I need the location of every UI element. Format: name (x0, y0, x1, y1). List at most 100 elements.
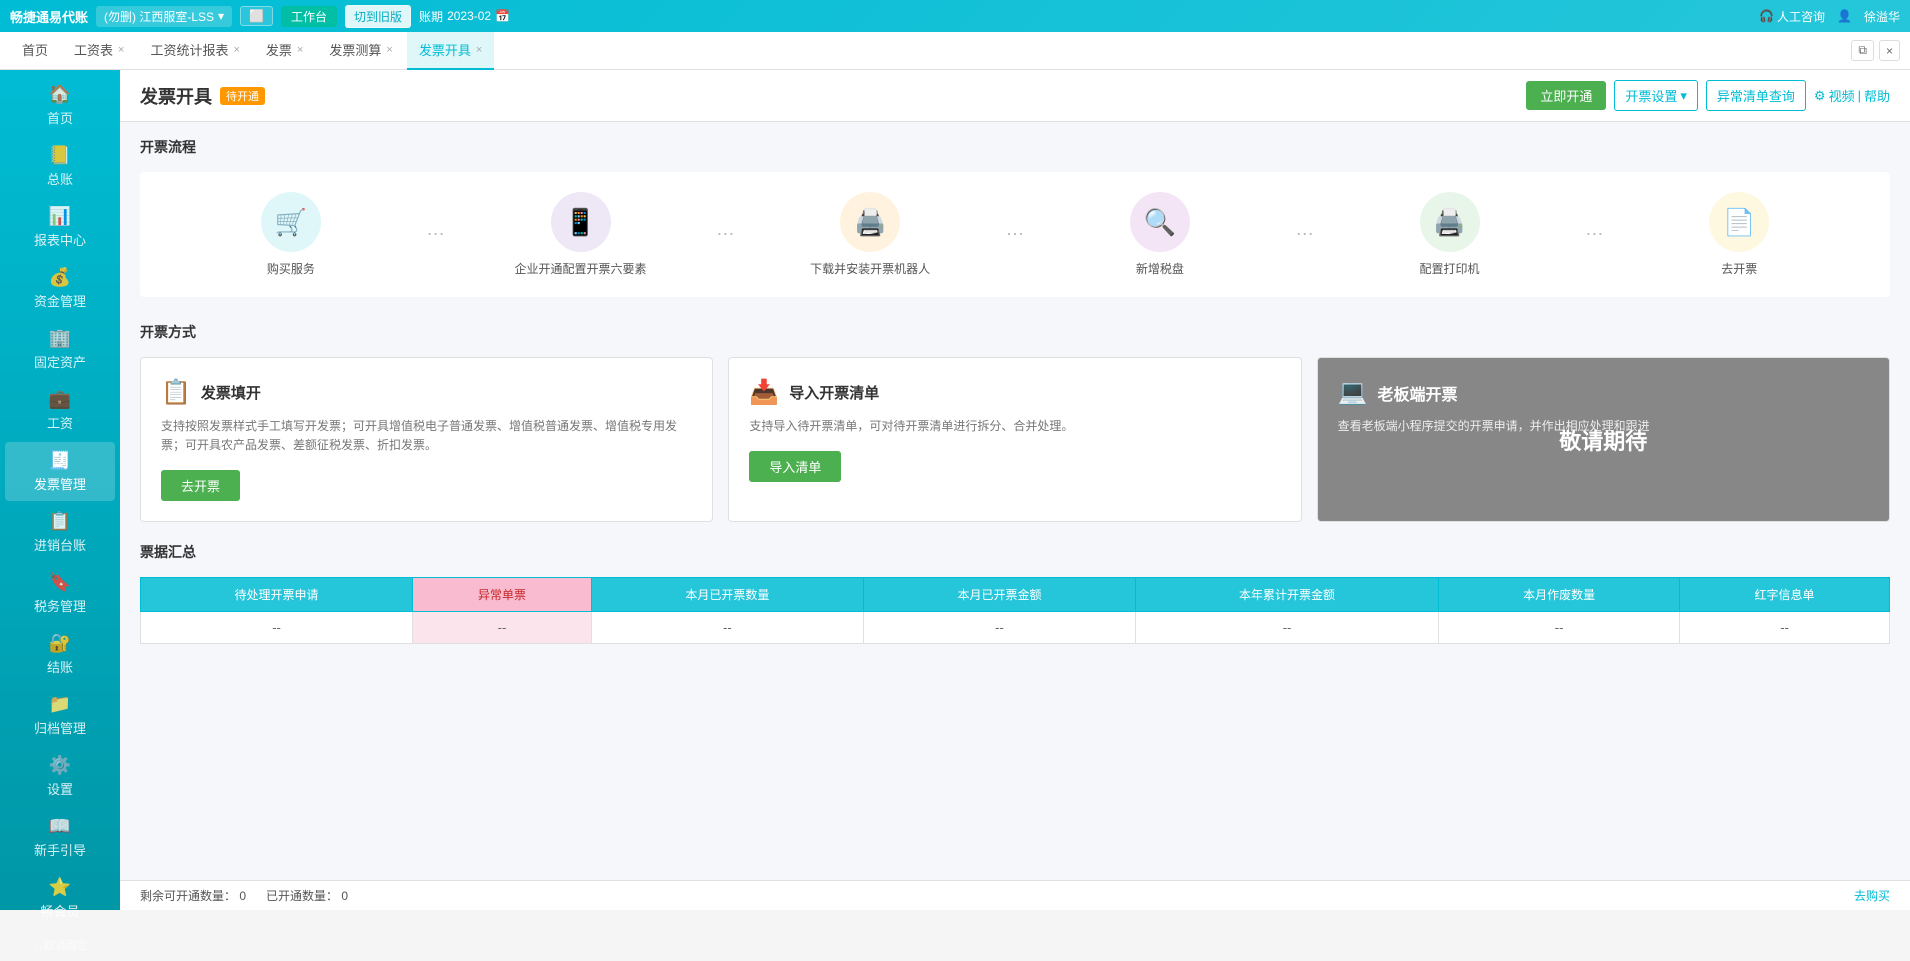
buy-link[interactable]: 去购买 (1854, 887, 1890, 904)
tab-invoice-issue[interactable]: 发票开具 × (407, 32, 494, 70)
workbench-button[interactable]: 工作台 (281, 6, 337, 27)
sidebar-item-home[interactable]: 🏠 首页 (5, 76, 115, 135)
sidebar-invoice-label: 发票管理 (34, 474, 86, 493)
manual-issue-button[interactable]: 去开票 (161, 470, 240, 501)
tab-invoice-close[interactable]: × (297, 44, 303, 56)
open-settings-button[interactable]: 开票设置 ▾ (1614, 80, 1698, 111)
add-taxbox-icon: 🔍 (1130, 192, 1190, 252)
member-icon: ⭐ (49, 877, 71, 898)
sidebar-archive-label: 归档管理 (34, 718, 86, 737)
manual-title: 发票填开 (201, 382, 261, 403)
flow-step-config-printer[interactable]: 🖨️ 配置打印机 (1319, 192, 1581, 277)
archive-icon: 📁 (49, 694, 71, 715)
flow-steps: 🛒 购买服务 ⋯ 📱 企业开通配置开票六要素 ⋯ 🖨️ 下载并安装开 (140, 172, 1890, 297)
video-help-button[interactable]: ⚙ 视频 | 帮助 (1814, 86, 1890, 105)
closing-icon: 🔐 (49, 633, 71, 654)
sidebar-tax-label: 税务管理 (34, 596, 86, 615)
sidebar-item-member[interactable]: ⭐ 畅会员 (5, 869, 115, 928)
copy-button[interactable]: ⬜ (240, 6, 273, 26)
open-now-button[interactable]: 立即开通 (1526, 81, 1606, 110)
top-bar: 畅捷通易代账 (勿删) 江西服室-LSS ▾ ⬜ 工作台 切到旧版 账期 202… (0, 0, 1910, 32)
settings-icon: ⚙️ (49, 755, 71, 776)
import-list-button[interactable]: 导入清单 (749, 451, 841, 482)
tab-payroll-close[interactable]: × (118, 44, 124, 56)
tab-invoice-issue-close[interactable]: × (476, 44, 482, 56)
col-abnormal: 异常单票 (413, 578, 592, 612)
support-link[interactable]: 🎧 人工咨询 (1759, 8, 1825, 25)
page-actions: 立即开通 开票设置 ▾ 异常清单查询 ⚙ 视频 | 帮助 (1526, 80, 1890, 111)
config-printer-icon: 🖨️ (1420, 192, 1480, 252)
tab-invoice-calc-label: 发票测算 (329, 40, 381, 59)
opened-label: 已开通数量： 0 (266, 887, 348, 904)
video-icon: ⚙ (1814, 88, 1826, 104)
sidebar-item-settings[interactable]: ⚙️ 设置 (5, 747, 115, 806)
sidebar-item-funds[interactable]: 💰 资金管理 (5, 259, 115, 318)
page-title-row: 发票开具 待开通 (140, 83, 265, 109)
flow-step-add-taxbox[interactable]: 🔍 新增税盘 (1029, 192, 1291, 277)
tab-payroll-report-close[interactable]: × (233, 44, 239, 56)
invoice-icon: 🧾 (49, 450, 71, 471)
flow-step-enterprise-config[interactable]: 📱 企业开通配置开票六要素 (450, 192, 712, 277)
flow-arrow-5: ⋯ (1580, 224, 1608, 245)
method-card-import: 📥 导入开票清单 支持导入待开票清单，可对待开票清单进行拆分、合并处理。 导入清… (728, 357, 1301, 522)
sidebar-item-assets[interactable]: 🏢 固定资产 (5, 320, 115, 379)
col-monthly-amount: 本月已开票金额 (863, 578, 1135, 612)
tab-payroll-report[interactable]: 工资统计报表 × (138, 32, 251, 70)
sidebar-item-reports[interactable]: 📊 报表中心 (5, 198, 115, 257)
sidebar-item-purchase[interactable]: 📋 进销台账 (5, 503, 115, 562)
headset-icon: 🎧 (1759, 9, 1774, 23)
col-red-info: 红字信息单 (1680, 578, 1890, 612)
switch-old-button[interactable]: 切到旧版 (345, 5, 411, 28)
main-layout: 🏠 首页 📒 总账 📊 报表中心 💰 资金管理 🏢 固定资产 💼 工资 🧾 发票… (0, 70, 1910, 910)
tab-payroll[interactable]: 工资表 × (62, 32, 136, 70)
sidebar-payroll-label: 工资 (47, 413, 73, 432)
flow-step-buy-service[interactable]: 🛒 购买服务 (160, 192, 422, 277)
flow-step-download-robot[interactable]: 🖨️ 下载并安装开票机器人 (739, 192, 1001, 277)
flow-arrow-3: ⋯ (1001, 224, 1029, 245)
method-card-manual: 📋 发票填开 支持按照发票样式手工填写开发票；可开具增值税电子普通发票、增值税普… (140, 357, 713, 522)
issue-invoice-label: 去开票 (1721, 260, 1757, 277)
home-icon: 🏠 (49, 84, 71, 105)
sidebar-item-tax[interactable]: 🔖 税务管理 (5, 564, 115, 623)
sidebar-item-ledger[interactable]: 📒 总账 (5, 137, 115, 196)
page-title: 发票开具 (140, 83, 212, 109)
tab-actions: ⧉ × (1851, 40, 1900, 61)
methods-section-title: 开票方式 (140, 322, 1890, 342)
download-robot-icon: 🖨️ (840, 192, 900, 252)
sidebar-item-archive[interactable]: 📁 归档管理 (5, 686, 115, 745)
sidebar-pin[interactable]: ↑↓取消固定 (0, 929, 120, 961)
download-robot-label: 下载并安装开票机器人 (810, 260, 930, 277)
enterprise-config-icon: 📱 (551, 192, 611, 252)
tab-restore-button[interactable]: ⧉ (1851, 40, 1874, 61)
tab-invoice[interactable]: 发票 × (254, 32, 315, 70)
tab-invoice-issue-label: 发票开具 (419, 40, 471, 59)
sidebar-item-payroll[interactable]: 💼 工资 (5, 381, 115, 440)
sidebar-ledger-label: 总账 (47, 169, 73, 188)
payroll-icon: 💼 (49, 389, 71, 410)
summary-row: -- -- -- -- -- -- -- (141, 612, 1890, 644)
top-bar-right: 🎧 人工咨询 👤 徐溢华 (1759, 8, 1900, 25)
tab-invoice-calc[interactable]: 发票测算 × (317, 32, 404, 70)
user-name[interactable]: 徐溢华 (1864, 8, 1900, 25)
reports-icon: 📊 (49, 206, 71, 227)
cell-monthly-amount: -- (863, 612, 1135, 644)
tab-invoice-calc-close[interactable]: × (386, 44, 392, 56)
sidebar-item-guide[interactable]: 📖 新手引导 (5, 808, 115, 867)
import-desc: 支持导入待开票清单，可对待开票清单进行拆分、合并处理。 (749, 417, 1280, 436)
flow-step-issue-invoice[interactable]: 📄 去开票 (1608, 192, 1870, 277)
import-icon: 📥 (749, 378, 779, 407)
tab-close-button[interactable]: × (1879, 40, 1900, 61)
period-calendar-icon[interactable]: 📅 (495, 9, 510, 23)
funds-icon: 💰 (49, 267, 71, 288)
separator: | (1858, 88, 1861, 103)
abnormal-query-button[interactable]: 异常清单查询 (1706, 80, 1806, 111)
company-selector[interactable]: (勿删) 江西服室-LSS ▾ (96, 6, 232, 27)
tab-home[interactable]: 首页 (10, 32, 60, 70)
invoice-methods: 📋 发票填开 支持按照发票样式手工填写开发票；可开具增值税电子普通发票、增值税普… (140, 357, 1890, 522)
method-card-boss: 💻 老板端开票 查看老板端小程序提交的开票申请，并作出相应处理和跟进 敬请期待 (1317, 357, 1890, 522)
sidebar-item-invoice[interactable]: 🧾 发票管理 (5, 442, 115, 501)
sidebar-item-closing[interactable]: 🔐 结账 (5, 625, 115, 684)
sidebar-settings-label: 设置 (47, 779, 73, 798)
remaining-value: 0 (239, 889, 246, 903)
sidebar-reports-label: 报表中心 (34, 230, 86, 249)
